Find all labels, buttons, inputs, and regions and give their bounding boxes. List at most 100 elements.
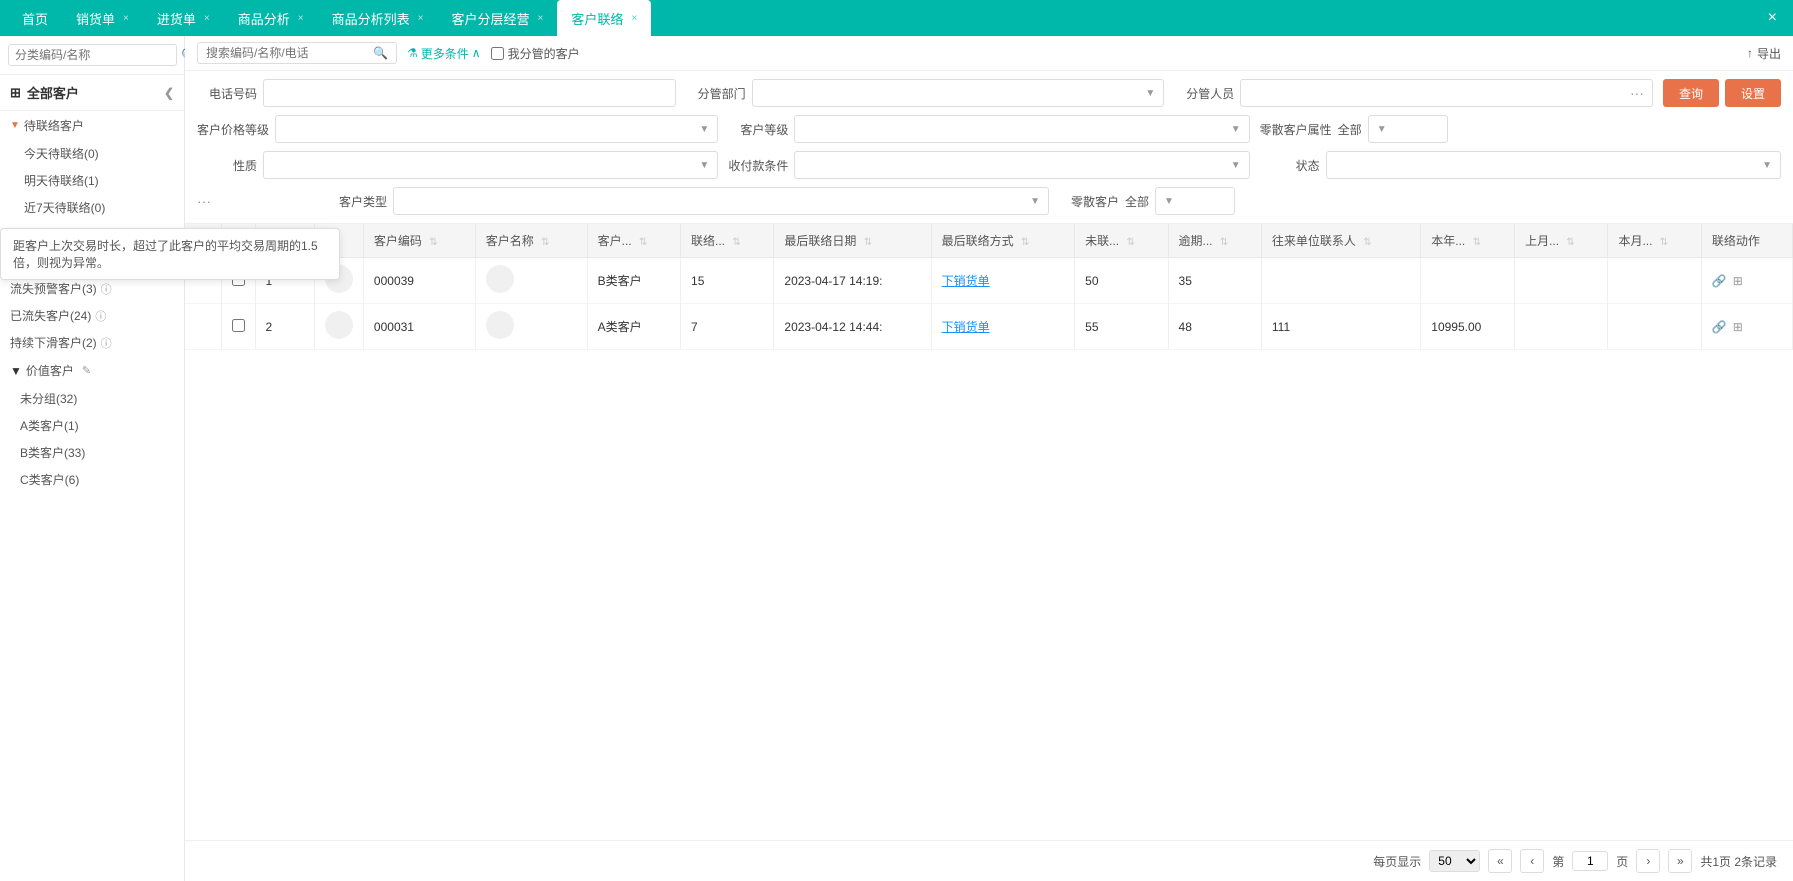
- info-icon-3: ⓘ: [95, 308, 106, 324]
- sidebar-item-tomorrow[interactable]: 明天待联络(1): [0, 167, 184, 194]
- close-all-button[interactable]: ×: [1760, 9, 1785, 27]
- method-link-2[interactable]: 下销货单: [942, 320, 990, 334]
- nav-tab-customer-contact[interactable]: 客户联络 ×: [557, 0, 651, 36]
- per-page-select[interactable]: 50 100 200: [1429, 850, 1480, 872]
- th-name[interactable]: 客户名称 ⇅: [475, 224, 587, 258]
- sidebar-item-lost[interactable]: 已流失客户(24) ⓘ: [0, 302, 184, 329]
- td-method-2[interactable]: 下销货单: [931, 304, 1075, 350]
- filter-row-3: 性质 ▼ 收付款条件 ▼ 状态: [197, 151, 1781, 179]
- chevron-down-price-icon: ▼: [699, 124, 709, 135]
- td-checkbox-2[interactable]: [221, 304, 255, 350]
- sidebar-search-input[interactable]: [8, 44, 177, 66]
- link-action-icon-1[interactable]: 🔗: [1712, 274, 1727, 288]
- filter-select-price-grade[interactable]: ▼: [275, 115, 718, 143]
- th-contact[interactable]: 联络... ⇅: [681, 224, 774, 258]
- sidebar-item-today[interactable]: 今天待联络(0): [0, 140, 184, 167]
- filter-select-customer-type[interactable]: ▼: [393, 187, 1049, 215]
- nav-tab-product-analysis[interactable]: 商品分析 ×: [224, 0, 318, 36]
- more-dots-icon[interactable]: ···: [197, 193, 211, 209]
- filter-select-nature[interactable]: ▼: [263, 151, 718, 179]
- filter-select-dept[interactable]: ▼: [752, 79, 1165, 107]
- sidebar-item-unclassified[interactable]: 未分组(32): [0, 385, 184, 412]
- filter-select-payment[interactable]: ▼: [794, 151, 1249, 179]
- table-area: ⚙ 序号 客户编码 ⇅ 客户名称 ⇅ 客户... ⇅ 联络... ⇅ 最后联络日…: [185, 224, 1793, 840]
- prev-page-button[interactable]: ‹: [1520, 849, 1544, 873]
- td-name-2: [475, 304, 587, 350]
- last-page-button[interactable]: »: [1668, 849, 1692, 873]
- link-action-icon-2[interactable]: 🔗: [1712, 320, 1727, 334]
- th-type[interactable]: 客户... ⇅: [587, 224, 680, 258]
- nav-tab-product-analysis-close[interactable]: ×: [298, 13, 304, 24]
- td-settings-2: [185, 304, 221, 350]
- td-overdue-1: 35: [1168, 258, 1261, 304]
- table-row: 2 000031 A类客户 7 2023-04-12 14:44: 下销货单 5…: [185, 304, 1793, 350]
- top-nav: 首页 销货单 × 进货单 × 商品分析 × 商品分析列表 × 客户分层经营 × …: [0, 0, 1793, 36]
- th-this-year[interactable]: 本年... ⇅: [1421, 224, 1515, 258]
- td-method-1[interactable]: 下销货单: [931, 258, 1075, 304]
- sidebar-item-declining[interactable]: 持续下滑客户(2) ⓘ: [0, 329, 184, 356]
- nav-tab-product-list-close[interactable]: ×: [418, 13, 424, 24]
- nav-tab-home[interactable]: 首页: [8, 0, 62, 36]
- nav-tab-customer-segment-close[interactable]: ×: [537, 13, 543, 24]
- grid-action-icon-2[interactable]: ⊞: [1733, 320, 1743, 334]
- grid-action-icon-1[interactable]: ⊞: [1733, 274, 1743, 288]
- nav-tab-customer-contact-close[interactable]: ×: [631, 13, 637, 24]
- main-layout: 🔍 ⊞ 全部客户 ❮ ▼ 待联络客户 今天待联络(0) 明天待联络(1) 近7天…: [0, 36, 1793, 881]
- filter-select-status[interactable]: ▼: [1326, 151, 1781, 179]
- sidebar-item-class-c[interactable]: C类客户(6): [0, 466, 184, 493]
- tooltip-box: 距客户上次交易时长，超过了此客户的平均交易周期的1.5倍，则视为异常。: [0, 228, 340, 280]
- th-this-month[interactable]: 本月... ⇅: [1608, 224, 1701, 258]
- grid-icon: ⊞: [10, 85, 21, 101]
- sidebar-item-class-b[interactable]: B类客户(33): [0, 439, 184, 466]
- filter-row-2: 客户价格等级 ▼ 客户等级 ▼ 零散客户属性 全部: [197, 115, 1781, 143]
- sidebar-item-class-a[interactable]: A类客户(1): [0, 412, 184, 439]
- first-page-button[interactable]: «: [1488, 849, 1512, 873]
- my-customers-checkbox[interactable]: [491, 47, 504, 60]
- next-page-button[interactable]: ›: [1636, 849, 1660, 873]
- sidebar-search-area: 🔍: [0, 36, 184, 75]
- sidebar-item-7days[interactable]: 近7天待联络(0): [0, 194, 184, 221]
- nav-tab-purchase-close[interactable]: ×: [204, 13, 210, 24]
- dots-person-icon[interactable]: ···: [1630, 85, 1644, 101]
- expand-triangle-icon: ▼: [10, 120, 20, 131]
- more-conditions-btn[interactable]: ⚗ 更多条件 ∧: [407, 45, 481, 62]
- search-input[interactable]: [206, 46, 369, 60]
- nav-tab-sales-close[interactable]: ×: [123, 13, 129, 24]
- page-input[interactable]: [1572, 851, 1608, 871]
- nav-tab-sales[interactable]: 销货单 ×: [62, 0, 143, 36]
- sidebar-collapse-btn[interactable]: ❮: [164, 86, 174, 100]
- sidebar-all-customers[interactable]: ⊞ 全部客户 ❮: [0, 75, 184, 111]
- method-link-1[interactable]: 下销货单: [942, 274, 990, 288]
- customers-table: ⚙ 序号 客户编码 ⇅ 客户名称 ⇅ 客户... ⇅ 联络... ⇅ 最后联络日…: [185, 224, 1793, 350]
- tooltip-text: 距客户上次交易时长，超过了此客户的平均交易周期的1.5倍，则视为异常。: [13, 239, 318, 270]
- th-code[interactable]: 客户编码 ⇅: [363, 224, 475, 258]
- pending-contact-title[interactable]: ▼ 待联络客户: [0, 111, 184, 140]
- filter-input-phone[interactable]: [263, 79, 676, 107]
- th-uncontacted[interactable]: 未联... ⇅: [1075, 224, 1168, 258]
- row-checkbox-2[interactable]: [232, 319, 245, 332]
- value-group[interactable]: ▼ 价值客户 ✎: [0, 356, 184, 385]
- query-button[interactable]: 查询: [1663, 79, 1719, 107]
- settings-button[interactable]: 设置: [1725, 79, 1781, 107]
- search-icon[interactable]: 🔍: [373, 46, 388, 60]
- nav-tab-product-list[interactable]: 商品分析列表 ×: [318, 0, 438, 36]
- filter-select-retail-customer[interactable]: ▼: [1155, 187, 1235, 215]
- th-overdue[interactable]: 逾期... ⇅: [1168, 224, 1261, 258]
- th-unit-contact[interactable]: 往来单位联系人 ⇅: [1261, 224, 1420, 258]
- search-input-box[interactable]: 🔍: [197, 42, 397, 64]
- filter-select-customer-grade[interactable]: ▼: [794, 115, 1249, 143]
- my-customers-check[interactable]: 我分管的客户: [491, 45, 580, 62]
- export-icon: ↑: [1747, 46, 1753, 60]
- filter-select-person[interactable]: ···: [1240, 79, 1653, 107]
- th-last-month[interactable]: 上月... ⇅: [1515, 224, 1608, 258]
- nav-tab-customer-segment[interactable]: 客户分层经营 ×: [437, 0, 557, 36]
- th-last-contact-method[interactable]: 最后联络方式 ⇅: [931, 224, 1075, 258]
- filter-label-nature: 性质: [197, 157, 257, 174]
- info-icon-4: ⓘ: [101, 335, 112, 351]
- export-button[interactable]: ↑ 导出: [1747, 45, 1781, 62]
- th-last-contact-date[interactable]: 最后联络日期 ⇅: [774, 224, 931, 258]
- edit-icon[interactable]: ✎: [82, 364, 91, 377]
- nav-tab-purchase[interactable]: 进货单 ×: [143, 0, 224, 36]
- filter-select-retail-attr[interactable]: ▼: [1368, 115, 1448, 143]
- filter-field-phone: 电话号码: [197, 79, 676, 107]
